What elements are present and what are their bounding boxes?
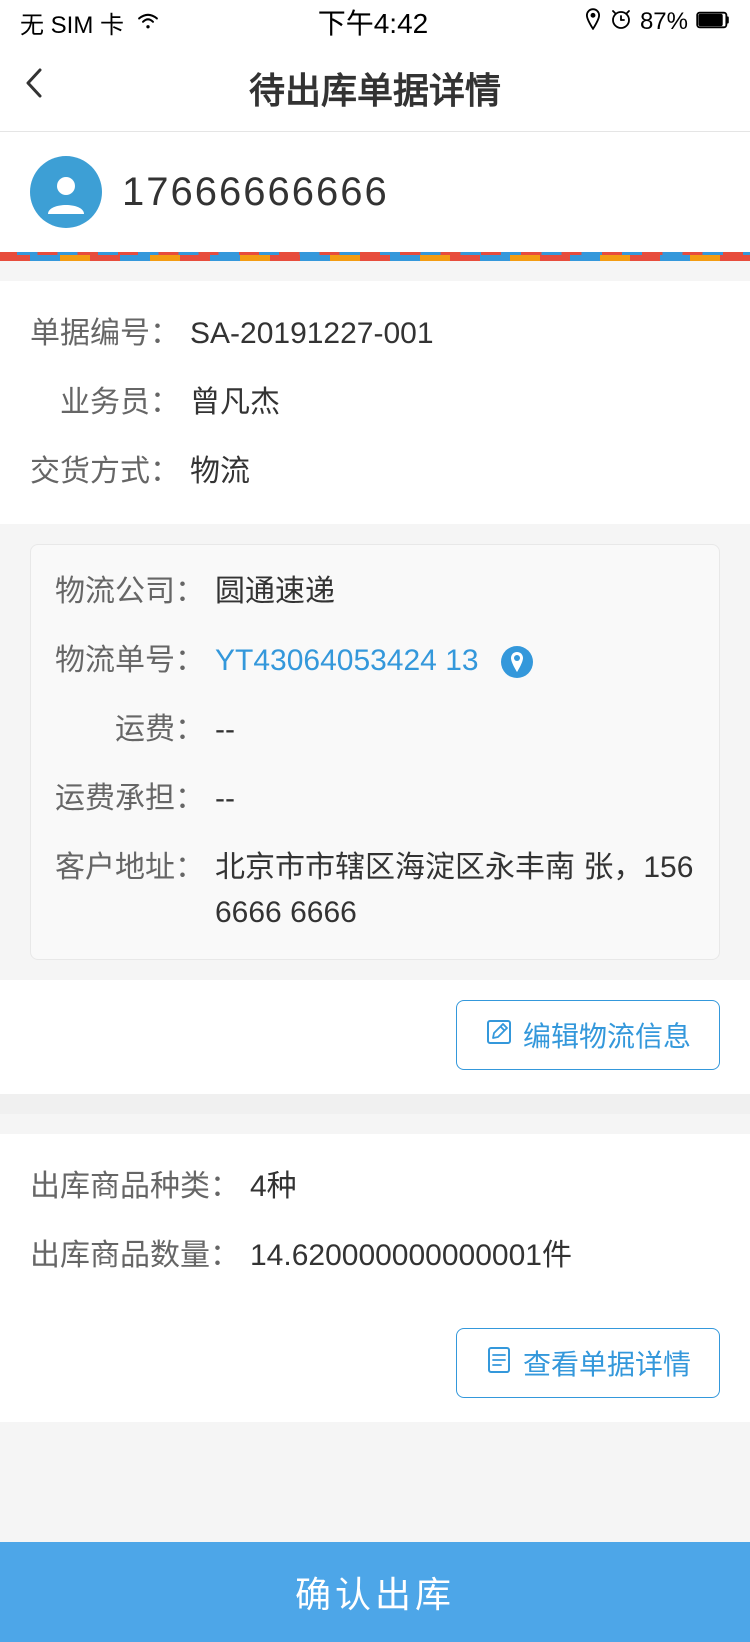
view-details-container: 查看单据详情 — [0, 1308, 750, 1422]
product-quantity-value: 14.620000000000001件 — [250, 1233, 720, 1278]
customer-phone: 17666666666 — [122, 170, 389, 215]
freight-bearer-label: 运费承担： — [55, 776, 215, 821]
product-types-label: 出库商品种类： — [30, 1164, 250, 1209]
section-separator — [0, 1094, 750, 1114]
salesman-value: 曾凡杰 — [190, 380, 720, 425]
view-details-button[interactable]: 查看单据详情 — [456, 1328, 720, 1398]
status-left: 无 SIM 卡 — [20, 5, 162, 40]
freight-label: 运费： — [55, 707, 215, 752]
bottom-bar: 确认出库 — [0, 1542, 750, 1642]
content-spacer — [0, 1422, 750, 1542]
color-divider — [0, 255, 750, 261]
status-bar: 无 SIM 卡 下午4:42 — [0, 0, 750, 44]
battery-icon — [696, 8, 730, 36]
basic-info-section: 单据编号： SA-20191227-001 业务员： 曾凡杰 交货方式： 物流 — [0, 281, 750, 524]
battery-text: 87% — [640, 8, 688, 36]
logistics-section: 物流公司： 圆通速递 物流单号： YT43064053424 13 — [30, 544, 720, 960]
location-status-icon — [584, 8, 602, 37]
back-button[interactable] — [24, 65, 44, 110]
avatar — [30, 156, 102, 228]
delivery-method-label: 交货方式： — [30, 449, 190, 494]
delivery-method-value: 物流 — [190, 449, 720, 494]
address-row: 客户地址： 北京市市辖区海淀区永丰南 张，156 6666 6666 — [55, 845, 695, 935]
document-icon — [485, 1346, 513, 1381]
logistics-company-value: 圆通速递 — [215, 569, 695, 614]
product-types-value: 4种 — [250, 1164, 720, 1209]
logistics-company-row: 物流公司： 圆通速递 — [55, 569, 695, 614]
tracking-location-icon[interactable] — [499, 644, 535, 680]
product-quantity-label: 出库商品数量： — [30, 1233, 250, 1278]
document-number-label: 单据编号： — [30, 311, 190, 356]
freight-bearer-row: 运费承担： -- — [55, 776, 695, 821]
product-types-row: 出库商品种类： 4种 — [30, 1164, 720, 1209]
view-details-label: 查看单据详情 — [523, 1343, 691, 1383]
document-number-value: SA-20191227-001 — [190, 311, 720, 356]
tracking-number-label: 物流单号： — [55, 638, 215, 683]
edit-logistics-container: 编辑物流信息 — [0, 980, 750, 1094]
tracking-number-row: 物流单号： YT43064053424 13 — [55, 638, 695, 683]
confirm-outbound-button[interactable]: 确认出库 — [0, 1542, 750, 1642]
address-label: 客户地址： — [55, 845, 215, 890]
tracking-number-value: YT43064053424 13 — [215, 638, 695, 683]
product-quantity-row: 出库商品数量： 14.620000000000001件 — [30, 1233, 720, 1278]
delivery-method-row: 交货方式： 物流 — [30, 449, 720, 494]
wifi-icon — [134, 8, 162, 36]
edit-icon — [485, 1018, 513, 1053]
edit-logistics-label: 编辑物流信息 — [523, 1015, 691, 1055]
edit-logistics-button[interactable]: 编辑物流信息 — [456, 1000, 720, 1070]
address-value: 北京市市辖区海淀区永丰南 张，156 6666 6666 — [215, 845, 695, 935]
document-number-row: 单据编号： SA-20191227-001 — [30, 311, 720, 356]
customer-header: 17666666666 — [0, 132, 750, 255]
nav-bar: 待出库单据详情 — [0, 44, 750, 132]
freight-row: 运费： -- — [55, 707, 695, 752]
status-right: 87% — [584, 8, 730, 37]
status-time: 下午4:42 — [318, 2, 429, 42]
salesman-label: 业务员： — [30, 380, 190, 425]
alarm-status-icon — [610, 8, 632, 37]
carrier-text: 无 SIM 卡 — [20, 5, 124, 40]
freight-bearer-value: -- — [215, 776, 695, 821]
logistics-company-label: 物流公司： — [55, 569, 215, 614]
salesman-row: 业务员： 曾凡杰 — [30, 380, 720, 425]
summary-section: 出库商品种类： 4种 出库商品数量： 14.620000000000001件 — [0, 1134, 750, 1308]
freight-value: -- — [215, 707, 695, 752]
page-title: 待出库单据详情 — [249, 62, 501, 114]
